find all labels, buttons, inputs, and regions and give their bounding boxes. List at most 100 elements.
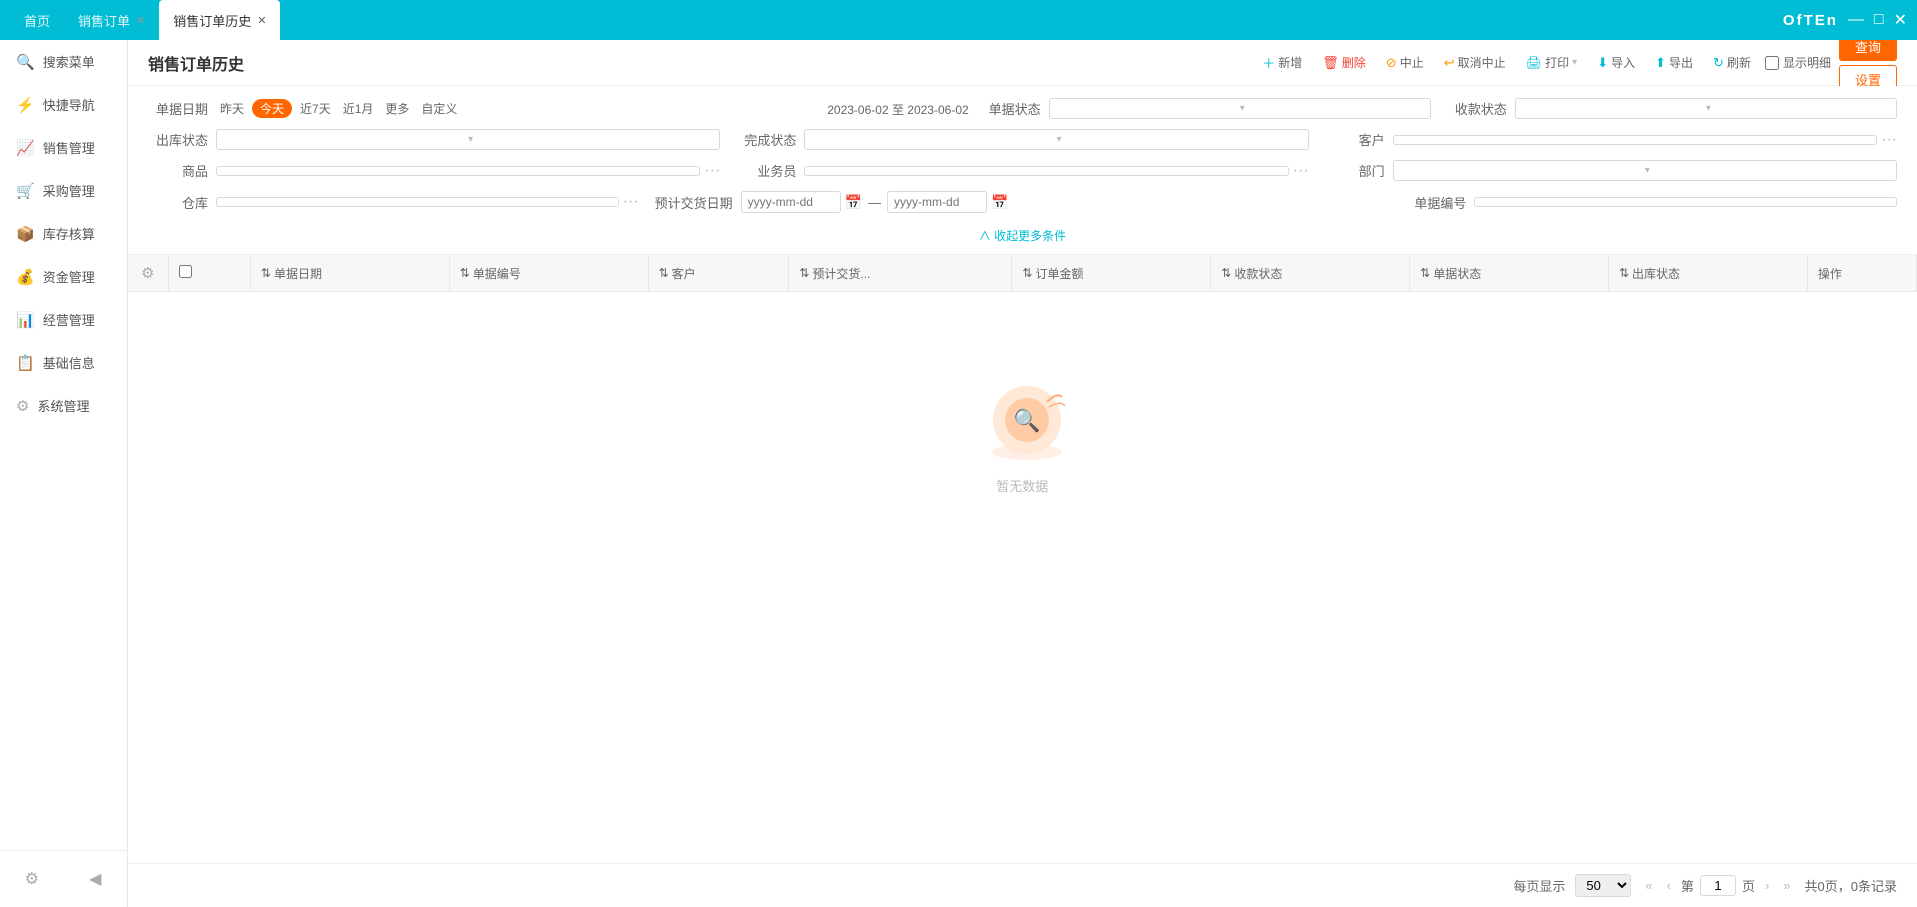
col-receipt-text: 收款状态 bbox=[1234, 265, 1282, 282]
goods-dots[interactable]: ··· bbox=[704, 162, 720, 180]
show-detail-label: 显示明细 bbox=[1783, 54, 1831, 71]
tab-home[interactable]: 首页 bbox=[10, 0, 64, 40]
sort-warehouse-status[interactable]: ⇅ 出库状态 bbox=[1619, 265, 1797, 282]
window-maximize[interactable]: □ bbox=[1874, 11, 1884, 29]
col-delivery-header[interactable]: ⇅ 预计交货... bbox=[789, 255, 1012, 292]
select-all-checkbox[interactable] bbox=[179, 265, 192, 278]
query-button[interactable]: 查询 bbox=[1839, 40, 1897, 61]
complete-status-select[interactable]: ▾ bbox=[804, 129, 1308, 150]
window-close[interactable]: ✕ bbox=[1894, 10, 1907, 30]
sort-delivery[interactable]: ⇅ 预计交货... bbox=[799, 265, 1001, 282]
page-prev-btn[interactable]: ‹ bbox=[1663, 876, 1675, 895]
sidebar-item-operations-label: 经营管理 bbox=[43, 310, 95, 329]
col-warehouse-status-header[interactable]: ⇅ 出库状态 bbox=[1608, 255, 1807, 292]
collapse-conditions[interactable]: ∧ 收起更多条件 bbox=[148, 223, 1897, 248]
customer-dots[interactable]: ··· bbox=[1881, 131, 1897, 149]
quick-nav-icon: ⚡ bbox=[16, 96, 35, 114]
sort-customer[interactable]: ⇅ 客户 bbox=[659, 265, 779, 282]
sort-date[interactable]: ⇅ 单据日期 bbox=[261, 265, 439, 282]
cancel-stop-button[interactable]: ↩ 取消中止 bbox=[1438, 50, 1512, 75]
col-customer-header[interactable]: ⇅ 客户 bbox=[648, 255, 789, 292]
warehouse-status-select[interactable]: ▾ bbox=[216, 129, 720, 150]
tab-sales-order[interactable]: 销售订单 ✕ bbox=[64, 0, 159, 40]
delete-label: 删除 bbox=[1342, 54, 1366, 71]
data-table: ⚙ ⇅ 单据日期 ⇅ bbox=[128, 255, 1917, 575]
total-records-text: 共0页，0条记录 bbox=[1805, 876, 1897, 895]
date-btn-custom[interactable]: 自定义 bbox=[417, 99, 461, 118]
sort-amount[interactable]: ⇅ 订单金额 bbox=[1022, 265, 1200, 282]
per-page-select[interactable]: 50 10 20 100 bbox=[1575, 874, 1631, 897]
sidebar-item-basic-info[interactable]: 📋 基础信息 bbox=[0, 341, 127, 384]
col-amount-header[interactable]: ⇅ 订单金额 bbox=[1012, 255, 1211, 292]
sidebar-item-sys-mgmt[interactable]: ⚙ 系统管理 bbox=[0, 384, 127, 427]
show-detail-checkbox[interactable] bbox=[1765, 56, 1779, 70]
sidebar-item-finance[interactable]: 💰 资金管理 bbox=[0, 255, 127, 298]
date-btn-more[interactable]: 更多 bbox=[381, 99, 413, 118]
tab-sales-history[interactable]: 销售订单历史 ✕ bbox=[159, 0, 280, 40]
date-btn-1month[interactable]: 近1月 bbox=[339, 99, 378, 118]
doc-no-input[interactable] bbox=[1474, 197, 1897, 207]
show-detail-control[interactable]: 显示明细 bbox=[1765, 54, 1831, 71]
sidebar-item-search-menu[interactable]: 🔍 搜索菜单 bbox=[0, 40, 127, 83]
delivery-date-start[interactable] bbox=[741, 191, 841, 213]
tab-sales-history-label: 销售订单历史 bbox=[173, 11, 251, 30]
stop-button[interactable]: ⊘ 中止 bbox=[1380, 50, 1430, 75]
sidebar-item-sales-mgmt[interactable]: 📈 销售管理 bbox=[0, 126, 127, 169]
filter-item-dept: 部门 ▾ bbox=[1325, 160, 1897, 181]
finance-icon: 💰 bbox=[16, 268, 35, 286]
col-date-header[interactable]: ⇅ 单据日期 bbox=[250, 255, 449, 292]
warehouse-dots[interactable]: ··· bbox=[623, 193, 639, 211]
salesperson-select[interactable] bbox=[804, 166, 1288, 176]
sidebar-item-inventory[interactable]: 📦 库存核算 bbox=[0, 212, 127, 255]
date-btn-yesterday[interactable]: 昨天 bbox=[216, 99, 248, 118]
table-footer: 每页显示 50 10 20 100 « ‹ 第 页 › » 共0页，0条记录 bbox=[128, 863, 1917, 907]
page-last-btn[interactable]: » bbox=[1779, 876, 1794, 895]
delivery-date-end[interactable] bbox=[887, 191, 987, 213]
sidebar-settings-btn[interactable]: ⚙ bbox=[0, 861, 64, 897]
table-settings-icon[interactable]: ⚙ bbox=[141, 265, 154, 282]
sidebar-toggle-btn[interactable]: ◀ bbox=[64, 861, 128, 897]
delivery-date-start-cal[interactable]: 📅 bbox=[845, 194, 862, 211]
refresh-button[interactable]: ↻ 刷新 bbox=[1707, 50, 1757, 75]
doc-status-select[interactable]: ▾ bbox=[1049, 98, 1431, 119]
tab-sales-order-close[interactable]: ✕ bbox=[136, 14, 145, 27]
sidebar-item-purchase-mgmt[interactable]: 🛒 采购管理 bbox=[0, 169, 127, 212]
col-doc-no-header[interactable]: ⇅ 单据编号 bbox=[449, 255, 648, 292]
date-btn-today[interactable]: 今天 bbox=[252, 99, 292, 118]
date-btn-7days[interactable]: 近7天 bbox=[296, 99, 335, 118]
customer-select[interactable] bbox=[1393, 135, 1877, 145]
receipt-status-select[interactable]: ▾ bbox=[1515, 98, 1897, 119]
print-button[interactable]: 🖨 打印 ▾ bbox=[1520, 50, 1584, 75]
sort-receipt-status[interactable]: ⇅ 收款状态 bbox=[1221, 265, 1399, 282]
window-minimize[interactable]: — bbox=[1848, 11, 1864, 29]
new-button[interactable]: ＋ 新增 bbox=[1256, 49, 1308, 76]
col-doc-no-text: 单据编号 bbox=[473, 265, 521, 282]
col-doc-status-header[interactable]: ⇅ 单据状态 bbox=[1410, 255, 1609, 292]
print-label: 打印 bbox=[1545, 54, 1569, 71]
sort-doc-status[interactable]: ⇅ 单据状态 bbox=[1420, 265, 1598, 282]
sidebar-item-quick-nav[interactable]: ⚡ 快捷导航 bbox=[0, 83, 127, 126]
table-header-row: ⚙ ⇅ 单据日期 ⇅ bbox=[128, 255, 1917, 292]
sidebar-item-operations[interactable]: 📊 经营管理 bbox=[0, 298, 127, 341]
sort-doc-no[interactable]: ⇅ 单据编号 bbox=[460, 265, 638, 282]
export-button[interactable]: ⬆ 导出 bbox=[1649, 50, 1699, 75]
warehouse-select[interactable] bbox=[216, 197, 619, 207]
salesperson-dots[interactable]: ··· bbox=[1293, 162, 1309, 180]
page-first-btn[interactable]: « bbox=[1641, 876, 1656, 895]
refresh-icon: ↻ bbox=[1713, 55, 1724, 71]
sidebar-item-finance-label: 资金管理 bbox=[43, 267, 95, 286]
export-label: 导出 bbox=[1669, 54, 1693, 71]
sidebar-item-search-menu-label: 搜索菜单 bbox=[43, 52, 95, 71]
warehouse-label: 仓库 bbox=[148, 193, 208, 212]
page-next-btn[interactable]: › bbox=[1761, 876, 1773, 895]
tab-sales-history-close[interactable]: ✕ bbox=[257, 14, 266, 27]
dept-select[interactable]: ▾ bbox=[1393, 160, 1897, 181]
page-number-input[interactable] bbox=[1700, 875, 1736, 896]
goods-select[interactable] bbox=[216, 166, 700, 176]
col-date-text: 单据日期 bbox=[274, 265, 322, 282]
filter-item-doc-status: 单据状态 ▾ bbox=[981, 98, 1431, 119]
delete-button[interactable]: 🗑 删除 bbox=[1316, 50, 1372, 75]
delivery-date-end-cal[interactable]: 📅 bbox=[991, 194, 1008, 211]
import-button[interactable]: ⬇ 导入 bbox=[1591, 50, 1641, 75]
col-receipt-status-header[interactable]: ⇅ 收款状态 bbox=[1211, 255, 1410, 292]
